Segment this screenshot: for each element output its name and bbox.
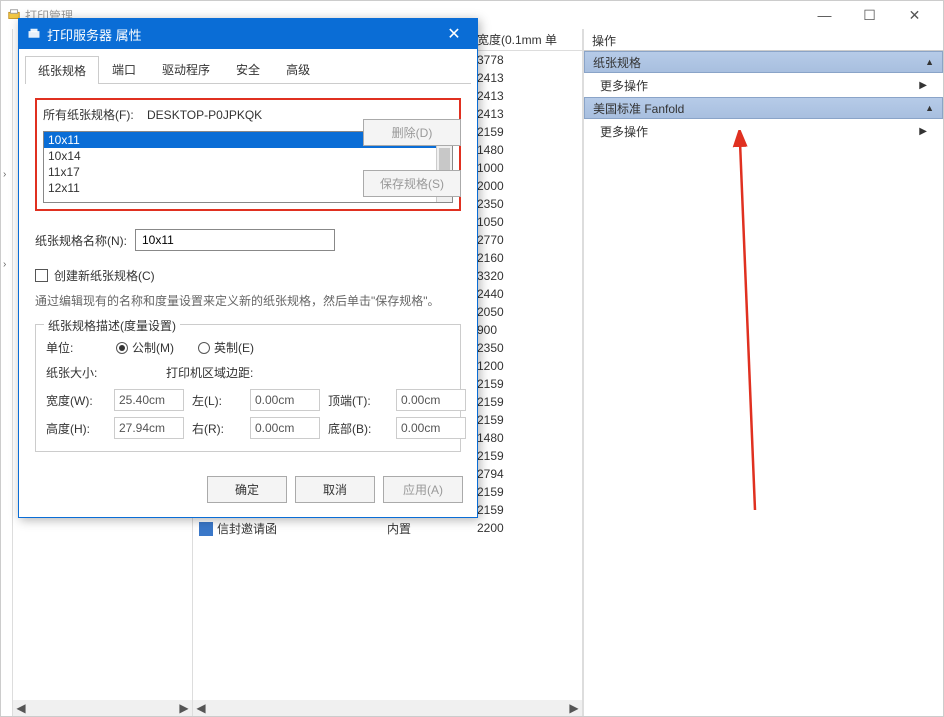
create-new-form-label: 创建新纸张规格(C): [54, 267, 155, 284]
unit-label: 单位:: [46, 339, 116, 356]
height-value: 27.94cm: [114, 417, 184, 439]
dialog-title: 打印服务器 属性: [47, 25, 142, 44]
measurements-group: 纸张规格描述(度量设置) 单位: 公制(M) 英制(E) 纸张大小: 打印机区域…: [35, 324, 461, 452]
delete-button[interactable]: 删除(D): [363, 119, 461, 146]
tab-1[interactable]: 端口: [99, 55, 149, 83]
collapse-icon: ▲: [925, 103, 934, 113]
maximize-button[interactable]: ☐: [847, 1, 892, 29]
actions-panel: 操作 纸张规格 ▲ 更多操作 ▶ 美国标准 Fanfold ▲ 更多操作 ▶: [583, 29, 943, 716]
radio-dot-icon: [116, 342, 128, 354]
width-value: 25.40cm: [114, 389, 184, 411]
right-label: 右(R):: [192, 420, 242, 437]
tab-2[interactable]: 驱动程序: [149, 55, 223, 83]
submenu-icon: ▶: [919, 126, 927, 137]
action-more-1[interactable]: 更多操作 ▶: [584, 73, 943, 97]
dialog-titlebar[interactable]: 打印服务器 属性 ✕: [19, 19, 477, 49]
bottom-value: 0.00cm: [396, 417, 466, 439]
save-form-button[interactable]: 保存规格(S): [363, 170, 461, 197]
action-section-fanfold[interactable]: 美国标准 Fanfold ▲: [584, 97, 943, 119]
height-label: 高度(H):: [46, 420, 106, 437]
action-more-2[interactable]: 更多操作 ▶: [584, 119, 943, 143]
form-name-input[interactable]: [135, 229, 335, 251]
action-section-label: 纸张规格: [593, 54, 641, 71]
collapse-icon: ▲: [925, 57, 934, 67]
ok-button[interactable]: 确定: [207, 476, 287, 503]
tab-0[interactable]: 纸张规格: [25, 56, 99, 84]
dialog-close-button[interactable]: ✕: [439, 24, 469, 44]
top-value: 0.00cm: [396, 389, 466, 411]
close-button[interactable]: ✕: [892, 1, 937, 29]
bottom-label: 底部(B):: [328, 420, 388, 437]
right-value: 0.00cm: [250, 417, 320, 439]
metric-radio[interactable]: 公制(M): [116, 339, 174, 356]
expand-chevron-icon[interactable]: ›: [3, 259, 6, 270]
left-strip: › ›: [1, 29, 13, 716]
col-width-header: 宽度(0.1mm 单: [473, 31, 563, 48]
apply-button[interactable]: 应用(A): [383, 476, 463, 503]
action-section-forms[interactable]: 纸张规格 ▲: [584, 51, 943, 73]
all-forms-label: 所有纸张规格(F): DESKTOP-P0JPKQK: [43, 106, 262, 123]
tab-3[interactable]: 安全: [223, 55, 273, 83]
actions-header: 操作: [584, 29, 943, 51]
scroll-right-icon[interactable]: ▶: [176, 701, 192, 715]
server-name: DESKTOP-P0JPKQK: [147, 108, 262, 122]
scroll-left-icon[interactable]: ◀: [193, 701, 209, 715]
top-label: 顶端(T):: [328, 392, 388, 409]
grid-horizontal-scrollbar[interactable]: ◀ ▶: [193, 700, 582, 716]
action-item-label: 更多操作: [600, 77, 648, 94]
minimize-button[interactable]: —: [802, 1, 847, 29]
table-row[interactable]: 信封邀请函内置2200: [193, 519, 582, 537]
print-server-properties-dialog: 打印服务器 属性 ✕ 纸张规格端口驱动程序安全高级 所有纸张规格(F): DES…: [18, 18, 478, 518]
tree-horizontal-scrollbar[interactable]: ◀ ▶: [13, 700, 192, 716]
imperial-radio[interactable]: 英制(E): [198, 339, 254, 356]
submenu-icon: ▶: [919, 80, 927, 91]
action-section-label: 美国标准 Fanfold: [593, 100, 684, 117]
paper-size-label: 纸张大小:: [46, 364, 166, 381]
metric-label: 公制(M): [132, 339, 174, 356]
tab-4[interactable]: 高级: [273, 55, 323, 83]
scroll-left-icon[interactable]: ◀: [13, 701, 29, 715]
group-title: 纸张规格描述(度量设置): [44, 317, 180, 334]
form-name-label: 纸张规格名称(N):: [35, 232, 135, 249]
checkbox-box-icon: [35, 269, 48, 282]
printer-icon: [27, 27, 41, 41]
margin-label: 打印机区域边距:: [166, 364, 253, 381]
cancel-button[interactable]: 取消: [295, 476, 375, 503]
radio-dot-icon: [198, 342, 210, 354]
left-value: 0.00cm: [250, 389, 320, 411]
scroll-right-icon[interactable]: ▶: [566, 701, 582, 715]
expand-chevron-icon[interactable]: ›: [3, 169, 6, 180]
width-label: 宽度(W):: [46, 392, 106, 409]
dialog-tabs: 纸张规格端口驱动程序安全高级: [25, 55, 471, 84]
form-icon: [199, 522, 213, 536]
left-label: 左(L):: [192, 392, 242, 409]
action-item-label: 更多操作: [600, 123, 648, 140]
help-text: 通过编辑现有的名称和度量设置来定义新的纸张规格，然后单击"保存规格"。: [35, 292, 461, 310]
imperial-label: 英制(E): [214, 339, 254, 356]
create-new-form-checkbox[interactable]: 创建新纸张规格(C): [35, 267, 461, 284]
